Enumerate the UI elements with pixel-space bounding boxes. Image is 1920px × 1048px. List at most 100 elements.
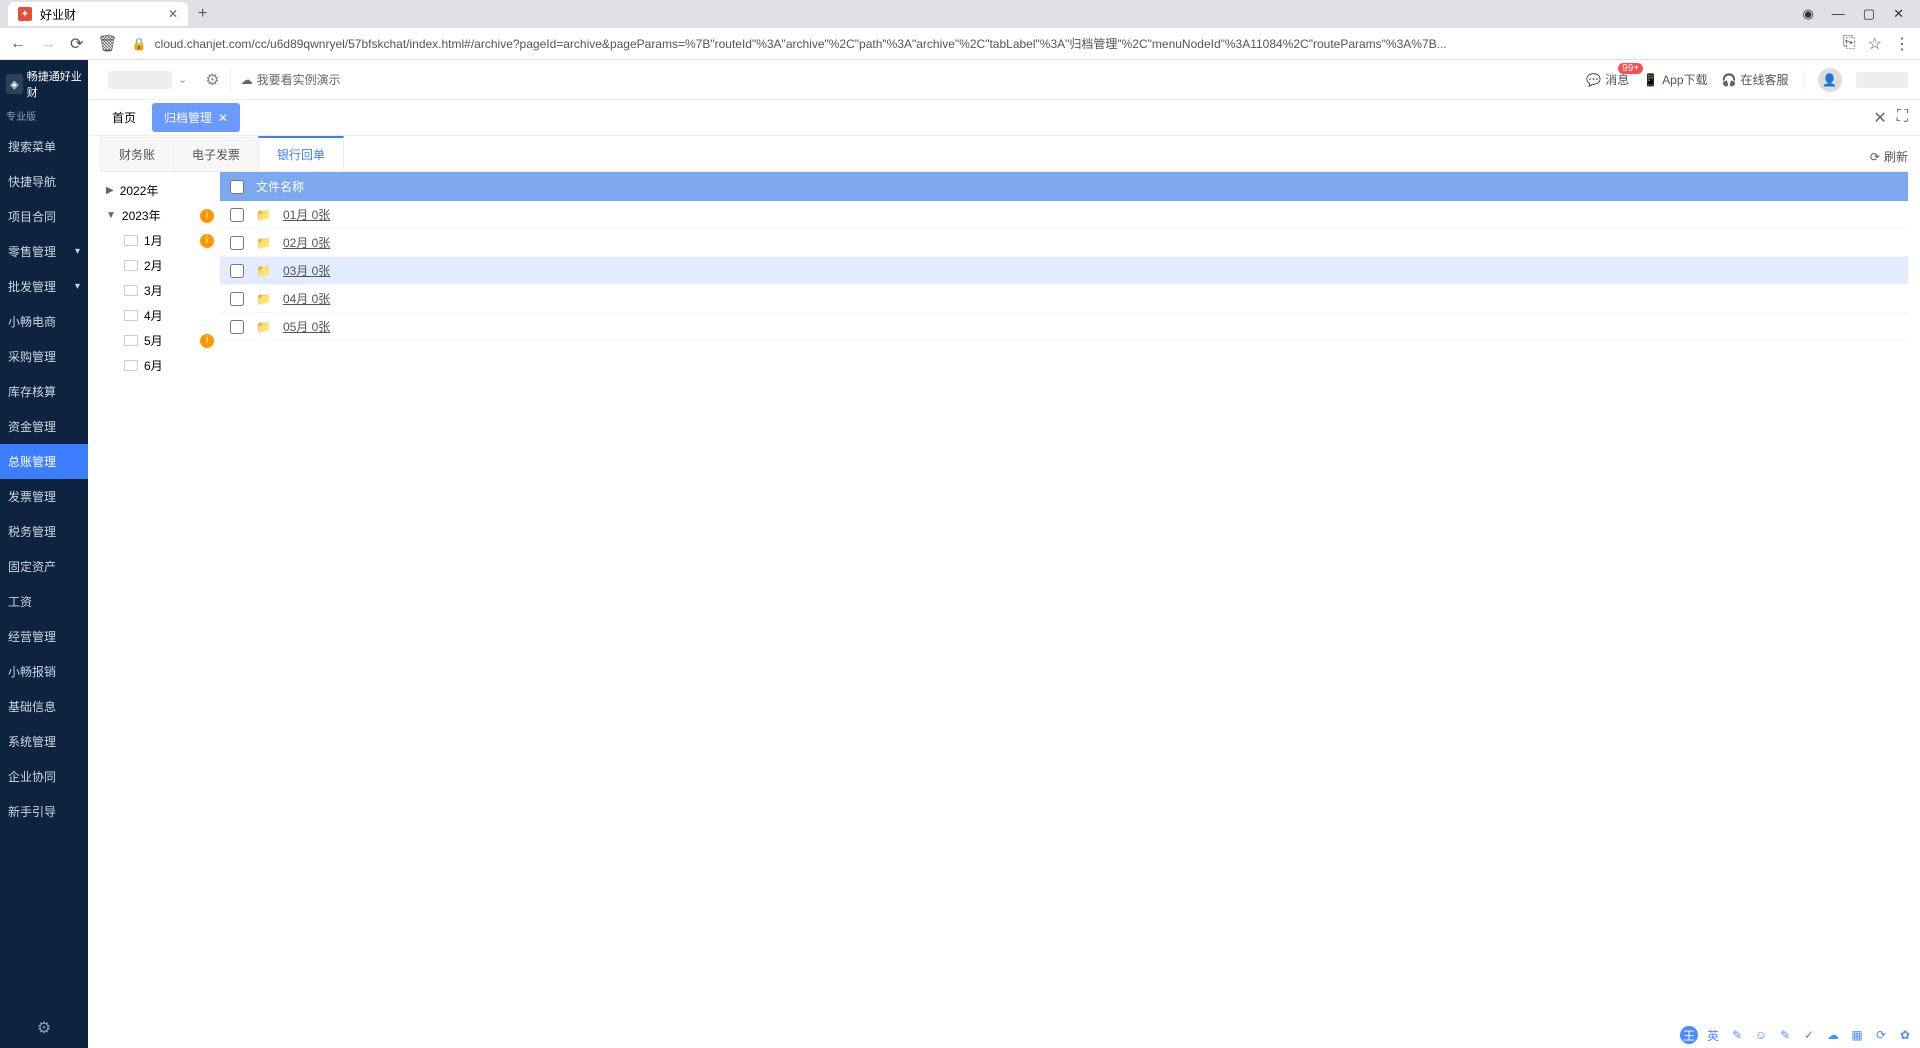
sidebar-item[interactable]: 总账管理 [0,444,88,479]
user-name-blurred: xxx [1856,72,1909,88]
message-button[interactable]: 💬 消息 99+ [1586,71,1629,88]
tree-month[interactable]: 3月 [118,278,220,303]
close-window-icon[interactable]: ✕ [1893,6,1904,22]
sidebar-item[interactable]: 基础信息 [0,689,88,724]
tab-home[interactable]: 首页 [100,103,148,132]
file-name-link[interactable]: 03月 0张 [283,262,330,279]
tree-month[interactable]: 5月i [118,328,220,353]
tray-item[interactable]: ⟳ [1872,1026,1890,1044]
ad-block-icon[interactable]: ◉ [1802,6,1813,22]
tray-item[interactable]: 王 [1680,1026,1698,1044]
sidebar-item[interactable]: 零售管理▾ [0,234,88,269]
window-controls: ◉ — ▢ ✕ [1802,6,1920,22]
folder-outline-icon [124,360,138,371]
warn-badge-icon: i [200,334,214,348]
select-all-checkbox[interactable] [230,180,244,194]
sidebar-item[interactable]: 采购管理 [0,339,88,374]
close-tab-icon[interactable]: ✕ [218,111,228,125]
sidebar-item[interactable]: 资金管理 [0,409,88,444]
back-icon[interactable]: ← [10,35,26,53]
tree-month[interactable]: 6月 [118,353,220,378]
tray-item[interactable]: ▦ [1848,1026,1866,1044]
tray-item[interactable]: ✿ [1896,1026,1914,1044]
subtab-finance[interactable]: 财务账 [100,137,174,171]
trash-icon[interactable]: 🗑 [97,34,117,54]
close-all-icon[interactable]: ✕ [1873,108,1886,128]
sidebar-item[interactable]: 企业协同 [0,759,88,794]
sidebar-item[interactable]: 小畅电商 [0,304,88,339]
folder-outline-icon [124,335,138,346]
file-name-link[interactable]: 05月 0张 [283,318,330,335]
file-name-link[interactable]: 01月 0张 [283,206,330,223]
demo-link[interactable]: ☁ 我要看实例演示 [241,71,341,88]
row-checkbox[interactable] [230,236,244,250]
file-name-link[interactable]: 02月 0张 [283,234,330,251]
table-row[interactable]: 📁02月 0张 [220,229,1908,257]
topbar: xxxx ⌄ ⚙ ☁ 我要看实例演示 💬 消息 99+ 📱 App下载 [88,60,1920,100]
tree-month[interactable]: 1月i [118,228,220,253]
reload-icon[interactable]: ⟳ [70,34,83,54]
tray-item[interactable]: ☁ [1824,1026,1842,1044]
star-icon[interactable]: ☆ [1868,34,1882,54]
menu-icon[interactable]: ⋮ [1894,34,1910,54]
folder-outline-icon [124,260,138,271]
row-checkbox[interactable] [230,292,244,306]
tree-year-2023[interactable]: ▼ 2023年 i [100,203,220,228]
org-settings-icon[interactable]: ⚙ [205,70,219,90]
sidebar-item[interactable]: 新手引导 [0,794,88,829]
tab-archive[interactable]: 归档管理 ✕ [152,103,240,132]
sidebar-item[interactable]: 搜索菜单 [0,129,88,164]
row-checkbox[interactable] [230,320,244,334]
sidebar-item[interactable]: 项目合同 [0,199,88,234]
close-tab-icon[interactable]: ✕ [168,7,178,21]
page-tabs: 首页 归档管理 ✕ ✕ ⛶ [88,100,1920,136]
url-bar[interactable]: 🔒 cloud.chanjet.com/cc/u6d89qwnryel/57bf… [132,35,1829,52]
org-name-blurred: xxxx [108,71,172,89]
browser-tab-strip: ✦ 好业财 ✕ + ◉ — ▢ ✕ [0,0,1920,28]
sidebar-item[interactable]: 快捷导航 [0,164,88,199]
fullscreen-icon[interactable]: ⛶ [1897,108,1908,128]
sidebar-item[interactable]: 小畅报销 [0,654,88,689]
sidebar-item[interactable]: 系统管理 [0,724,88,759]
tray-item[interactable]: ✓ [1800,1026,1818,1044]
install-icon[interactable]: ⎘ [1843,34,1856,54]
tray-item[interactable]: ✎ [1776,1026,1794,1044]
table-row[interactable]: 📁05月 0张 [220,313,1908,341]
file-name-link[interactable]: 04月 0张 [283,290,330,307]
warn-badge-icon: i [200,234,214,248]
browser-tab[interactable]: ✦ 好业财 ✕ [8,2,188,26]
online-service-button[interactable]: 🎧 在线客服 [1722,71,1789,88]
tree-month[interactable]: 2月 [118,253,220,278]
sidebar-item[interactable]: 税务管理 [0,514,88,549]
new-tab-button[interactable]: + [188,5,217,23]
tree-year-2022[interactable]: ▶ 2022年 [100,178,220,203]
subtab-bank-receipt[interactable]: 银行回单 [258,136,344,171]
table-row[interactable]: 📁04月 0张 [220,285,1908,313]
minimize-icon[interactable]: — [1832,6,1845,22]
app-download-button[interactable]: 📱 App下载 [1643,71,1707,88]
tray-item[interactable]: 英 [1704,1026,1722,1044]
table-row[interactable]: 📁03月 0张 [220,257,1908,285]
row-checkbox[interactable] [230,208,244,222]
folder-outline-icon [124,310,138,321]
avatar[interactable]: 👤 [1818,68,1842,92]
tree-month[interactable]: 4月 [118,303,220,328]
refresh-button[interactable]: ⟳ 刷新 [1870,148,1908,171]
sub-tabs: 财务账 电子发票 银行回单 ⟳ 刷新 [100,136,1908,172]
table-row[interactable]: 📁01月 0张 [220,201,1908,229]
subtab-einvoice[interactable]: 电子发票 [173,137,259,171]
org-selector[interactable]: xxxx ⌄ [100,67,195,93]
sidebar-item[interactable]: 经营管理 [0,619,88,654]
tray-item[interactable]: ☺ [1752,1026,1770,1044]
sidebar-item[interactable]: 批发管理▾ [0,269,88,304]
caret-down-icon: ▼ [106,210,116,221]
sidebar-item[interactable]: 固定资产 [0,549,88,584]
app-logo: ◈ 畅捷通好业财 [0,60,88,108]
row-checkbox[interactable] [230,264,244,278]
maximize-icon[interactable]: ▢ [1863,6,1875,22]
sidebar-item[interactable]: 发票管理 [0,479,88,514]
settings-gear-icon[interactable]: ⚙ [0,1008,88,1048]
sidebar-item[interactable]: 工资 [0,584,88,619]
sidebar-item[interactable]: 库存核算 [0,374,88,409]
tray-item[interactable]: ✎ [1728,1026,1746,1044]
